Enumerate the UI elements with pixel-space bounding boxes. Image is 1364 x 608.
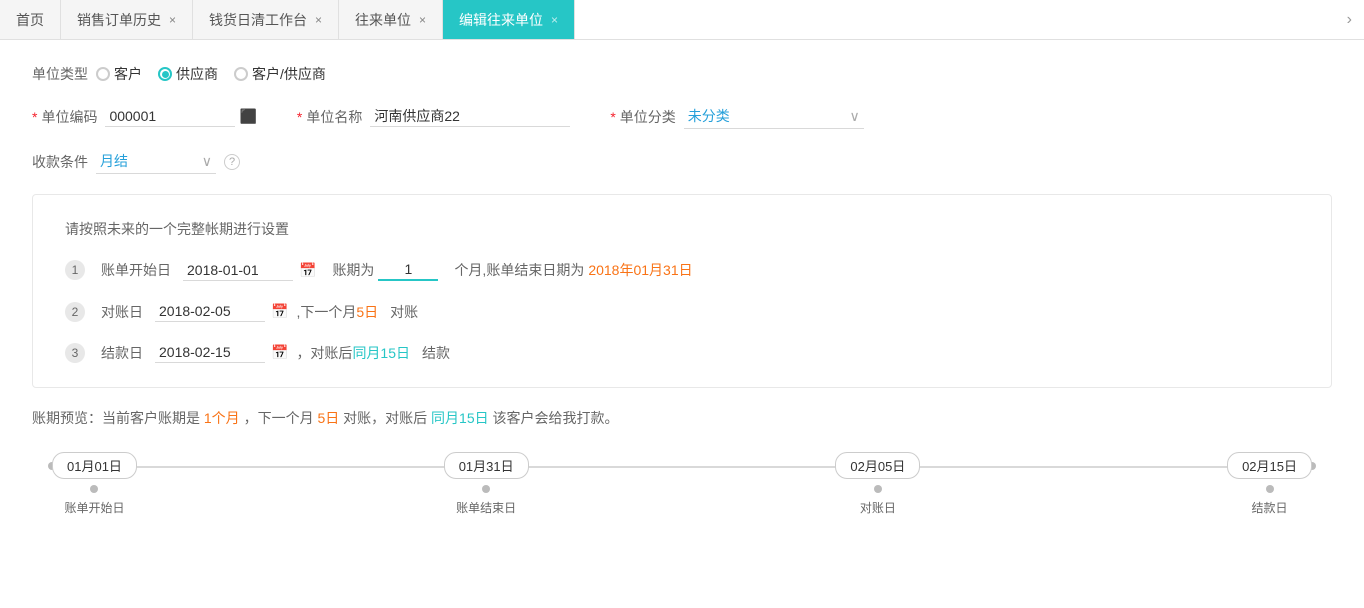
tab-sales-history[interactable]: 销售订单历史 × (61, 0, 193, 39)
payment-select[interactable]: 月结 ∨ (96, 149, 216, 174)
required-code: * (32, 109, 37, 125)
radio-both-circle (234, 67, 248, 81)
radio-supplier-label: 供应商 (176, 64, 218, 84)
timeline-node-3: 02月15日 结款日 (1227, 452, 1312, 516)
unit-category-group: * 单位分类 未分类 ∨ (610, 104, 863, 129)
step-3: 3 (65, 343, 85, 363)
preview-reconcile-text: 对账，对账后 (343, 410, 427, 426)
unit-type-label: 单位类型 (32, 64, 88, 84)
unit-type-radio-group: 客户 供应商 客户/供应商 (96, 64, 326, 84)
payment-highlight: 同月15日 (352, 343, 410, 363)
reconcile-highlight: 5日 (356, 302, 378, 322)
preview-payment-highlight: 同月15日 (431, 410, 489, 426)
payment-calendar-icon[interactable]: 📅 (271, 344, 288, 361)
period-row-2: 2 对账日 📅 ,下一个月 5日 对账 (65, 301, 1299, 322)
reconcile-label: 对账日 (101, 302, 143, 322)
reconcile-desc-1: ,下一个月 (296, 302, 356, 322)
unit-name-label: 单位名称 (306, 107, 362, 127)
unit-code-group: * 单位编码 ⬛ (32, 106, 257, 127)
start-date-input[interactable] (183, 260, 293, 281)
tab-edit-partner[interactable]: 编辑往来单位 × (443, 0, 575, 39)
timeline-node-3-desc: 结款日 (1252, 499, 1288, 516)
radio-customer[interactable]: 客户 (96, 64, 142, 84)
payment-condition-row: 收款条件 月结 ∨ ? (32, 149, 1332, 174)
start-date-calendar-icon[interactable]: 📅 (299, 262, 316, 279)
tab-bar: 首页 销售订单历史 × 钱货日清工作台 × 往来单位 × 编辑往来单位 × › (0, 0, 1364, 40)
period-row-1: 1 账单开始日 📅 账期为 个月,账单结束日期为 2018年01月31日 (65, 259, 1299, 281)
close-partner-unit-icon[interactable]: × (419, 13, 426, 27)
preview-reconcile-highlight: 5日 (317, 410, 339, 426)
required-category: * (610, 109, 615, 125)
close-sales-history-icon[interactable]: × (169, 13, 176, 27)
period-title: 请按照未来的一个完整帐期进行设置 (65, 219, 1299, 239)
payment-value: 月结 (100, 151, 194, 171)
start-date-label: 账单开始日 (101, 260, 171, 280)
unit-name-input[interactable] (370, 106, 570, 127)
period-row-3: 3 结款日 📅 ，对账后 同月15日 结款 (65, 342, 1299, 363)
timeline-node-0-dot (90, 485, 98, 493)
close-edit-partner-icon[interactable]: × (551, 13, 558, 27)
preview-period-highlight: 1个月 (204, 410, 240, 426)
radio-customer-label: 客户 (114, 64, 142, 84)
payment-date-input[interactable] (155, 342, 265, 363)
unit-code-input[interactable] (105, 106, 235, 127)
timeline-node-2: 02月05日 对账日 (835, 452, 920, 516)
period-desc-2: 个月,账单结束日期为 (454, 260, 584, 280)
timeline-node-1-label: 01月31日 (444, 452, 529, 479)
main-content: 单位类型 客户 供应商 客户/供应商 * 单位编码 ⬛ * (0, 40, 1364, 608)
category-chevron-icon: ∨ (850, 108, 860, 125)
help-icon[interactable]: ? (224, 154, 240, 170)
preview-middle: ，下一个月 (244, 410, 314, 426)
unit-category-select[interactable]: 未分类 ∨ (684, 104, 864, 129)
unit-name-group: * 单位名称 (297, 106, 570, 127)
timeline-nodes: 01月01日 账单开始日 01月31日 账单结束日 02月05日 对账日 02月… (52, 452, 1312, 516)
preview-suffix: 该客户会给我打款。 (493, 410, 619, 426)
radio-both[interactable]: 客户/供应商 (234, 64, 326, 84)
timeline-node-1: 01月31日 账单结束日 (444, 452, 529, 516)
period-box: 请按照未来的一个完整帐期进行设置 1 账单开始日 📅 账期为 个月,账单结束日期… (32, 194, 1332, 388)
radio-supplier-circle (158, 67, 172, 81)
copy-icon[interactable]: ⬛ (239, 108, 256, 125)
unit-category-value: 未分类 (688, 106, 842, 126)
timeline-node-2-dot (874, 485, 882, 493)
payment-desc-2: 结款 (422, 343, 450, 363)
tab-more-arrow[interactable]: › (1335, 11, 1364, 29)
timeline-node-3-label: 02月15日 (1227, 452, 1312, 479)
timeline-node-0: 01月01日 账单开始日 (52, 452, 137, 516)
timeline-node-3-dot (1266, 485, 1274, 493)
timeline-node-1-dot (482, 485, 490, 493)
timeline-node-0-label: 01月01日 (52, 452, 137, 479)
step-1: 1 (65, 260, 85, 280)
reconcile-date-input[interactable] (155, 301, 265, 322)
reconcile-desc-2: 对账 (390, 302, 418, 322)
timeline-node-2-desc: 对账日 (860, 499, 896, 516)
tab-cash-work[interactable]: 钱货日清工作台 × (193, 0, 339, 39)
unit-details-row: * 单位编码 ⬛ * 单位名称 * 单位分类 未分类 ∨ (32, 104, 1332, 129)
preview-prefix: 账期预览：当前客户账期是 (32, 410, 200, 426)
radio-supplier[interactable]: 供应商 (158, 64, 218, 84)
timeline: 01月01日 账单开始日 01月31日 账单结束日 02月05日 对账日 02月… (32, 452, 1332, 516)
timeline-node-1-desc: 账单结束日 (456, 499, 516, 516)
period-desc-1: 账期为 (332, 260, 374, 280)
period-num-input[interactable] (378, 259, 438, 281)
payment-desc-1: ，对账后 (296, 343, 352, 363)
unit-type-row: 单位类型 客户 供应商 客户/供应商 (32, 64, 1332, 84)
radio-both-label: 客户/供应商 (252, 64, 326, 84)
unit-category-label: 单位分类 (620, 107, 676, 127)
radio-customer-circle (96, 67, 110, 81)
required-name: * (297, 109, 302, 125)
step-2: 2 (65, 302, 85, 322)
reconcile-calendar-icon[interactable]: 📅 (271, 303, 288, 320)
payment-label: 收款条件 (32, 152, 88, 172)
tab-partner-unit[interactable]: 往来单位 × (339, 0, 443, 39)
payment-date-label: 结款日 (101, 343, 143, 363)
unit-code-label: 单位编码 (41, 107, 97, 127)
tab-home[interactable]: 首页 (0, 0, 61, 39)
period-end-date: 2018年01月31日 (588, 260, 692, 280)
close-cash-work-icon[interactable]: × (315, 13, 322, 27)
timeline-node-2-label: 02月05日 (835, 452, 920, 479)
payment-chevron-icon: ∨ (202, 153, 212, 170)
preview-text: 账期预览：当前客户账期是 1个月 ，下一个月 5日 对账，对账后 同月15日 该… (32, 408, 1332, 428)
timeline-node-0-desc: 账单开始日 (64, 499, 124, 516)
